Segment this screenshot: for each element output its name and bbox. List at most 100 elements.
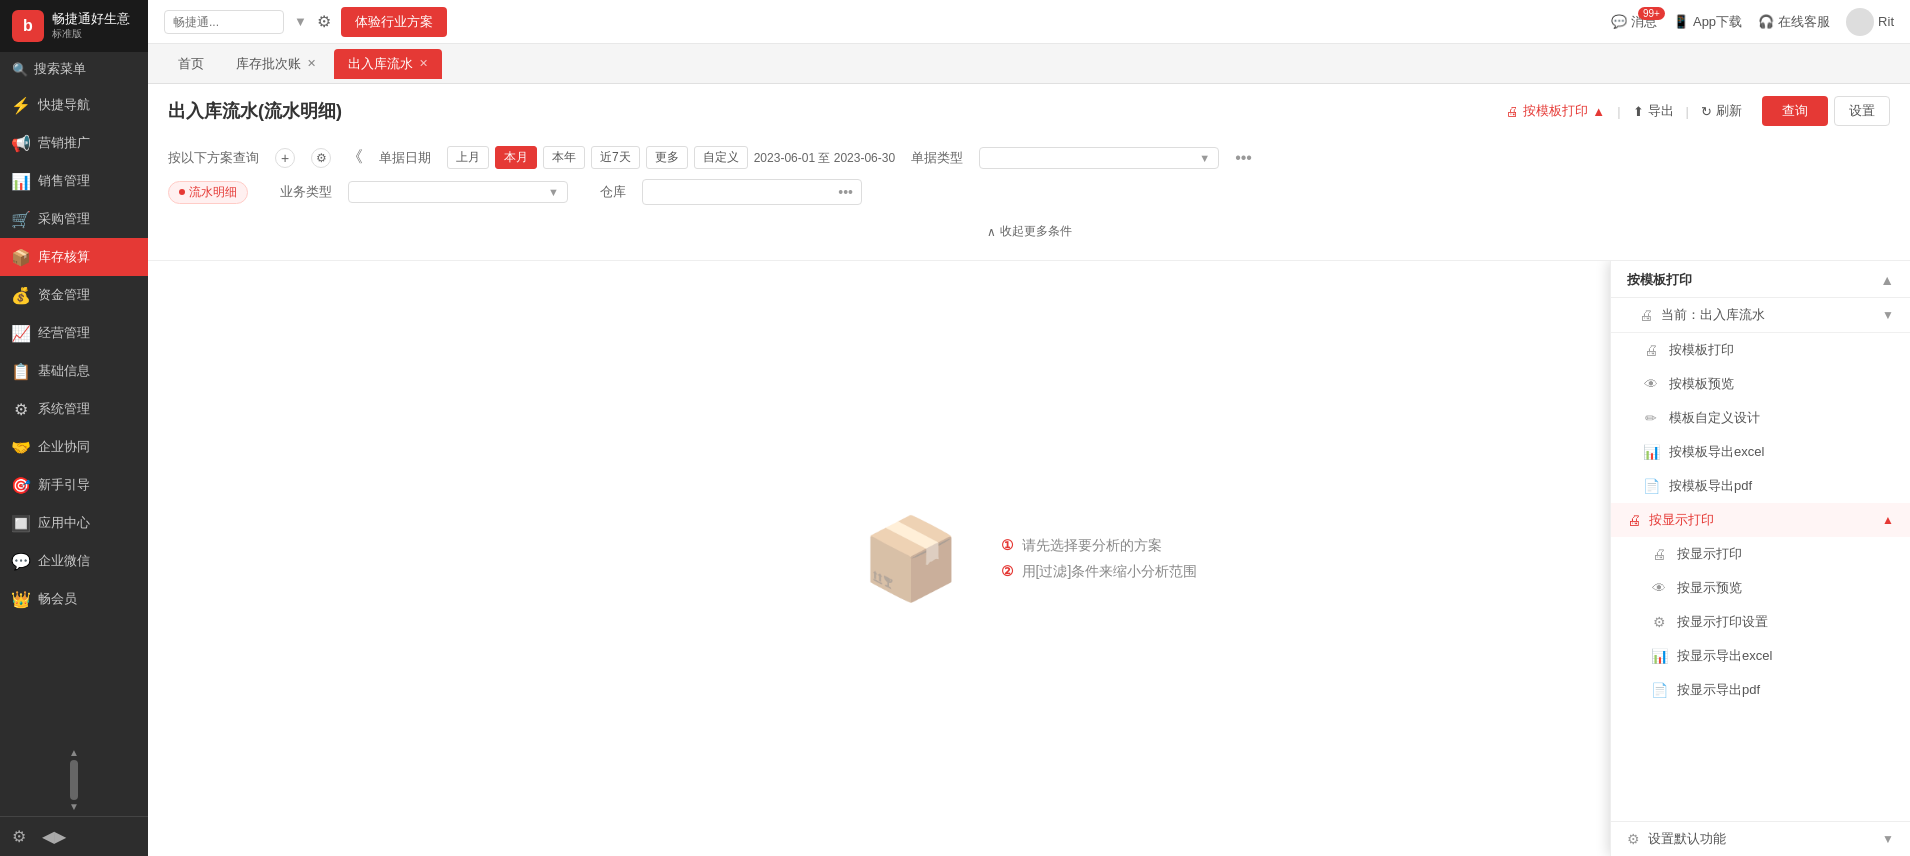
- industry-solution-button[interactable]: 体验行业方案: [341, 7, 447, 37]
- preview-icon: 👁: [1643, 376, 1659, 392]
- warehouse-more[interactable]: •••: [838, 184, 853, 200]
- sidebar-item-shortcut[interactable]: ⚡ 快捷导航: [0, 86, 148, 124]
- sidebar-item-finance[interactable]: 💰 资金管理: [0, 276, 148, 314]
- print-icon: 🖨: [1643, 342, 1659, 358]
- dropdown-footer[interactable]: ⚙ 设置默认功能 ▼: [1611, 821, 1910, 856]
- dropdown-current-item[interactable]: 🖨 当前：出入库流水 ▼: [1611, 298, 1910, 333]
- page-title: 出入库流水(流水明细): [168, 99, 342, 123]
- dropdown-item-template-excel[interactable]: 📊 按模板导出excel: [1611, 435, 1910, 469]
- dropdown-item-template-pdf[interactable]: 📄 按模板导出pdf: [1611, 469, 1910, 503]
- online-service-button[interactable]: 🎧 在线客服: [1758, 13, 1830, 31]
- dropdown-item-label: 按模板预览: [1669, 375, 1734, 393]
- sidebar-item-newbie[interactable]: 🎯 新手引导: [0, 466, 148, 504]
- sidebar-item-wechat[interactable]: 💬 企业微信: [0, 542, 148, 580]
- empty-state: 📦 ① 请先选择要分析的方案 ② 用[过滤]条件来缩小分析范围: [861, 512, 1198, 606]
- newbie-icon: 🎯: [12, 476, 30, 494]
- sidebar: b 畅捷通好生意 标准版 🔍 搜索菜单 ⚡ 快捷导航 📢 营销推广 📊 销售管理…: [0, 0, 148, 856]
- display-section-arrow: ▲: [1882, 513, 1894, 527]
- date-btn-more[interactable]: 更多: [646, 146, 688, 169]
- doc-type-more[interactable]: •••: [1235, 149, 1252, 167]
- date-btn-thisyear[interactable]: 本年: [543, 146, 585, 169]
- doc-type-label: 单据类型: [911, 149, 963, 167]
- dropdown-subitem-label: 按显示打印: [1677, 545, 1742, 563]
- scroll-up-arrow[interactable]: ▲: [69, 748, 79, 758]
- message-button[interactable]: 💬 消息 99+: [1611, 13, 1657, 31]
- filter-add-button[interactable]: +: [275, 148, 295, 168]
- sidebar-item-collab[interactable]: 🤝 企业协同: [0, 428, 148, 466]
- sidebar-item-member[interactable]: 👑 畅会员: [0, 580, 148, 618]
- app-download-label: App下载: [1693, 13, 1742, 31]
- doc-type-input[interactable]: ▼: [979, 147, 1219, 169]
- display-preview-icon: 👁: [1651, 580, 1667, 596]
- dropdown-item-label: 按模板导出excel: [1669, 443, 1764, 461]
- warehouse-input[interactable]: •••: [642, 179, 862, 205]
- app-logo-text: 畅捷通好生意 标准版: [52, 11, 130, 42]
- dropdown-item-template-print[interactable]: 🖨 按模板打印: [1611, 333, 1910, 367]
- dropdown-item-template-preview[interactable]: 👁 按模板预览: [1611, 367, 1910, 401]
- warehouse-label: 仓库: [600, 183, 626, 201]
- topbar-dropdown-arrow[interactable]: ▼: [294, 14, 307, 29]
- dropdown-item-label: 按模板打印: [1669, 341, 1734, 359]
- sidebar-bottom: ⚙ ◀▶: [0, 816, 148, 856]
- dropdown-subitem-label: 按显示导出excel: [1677, 647, 1772, 665]
- query-button[interactable]: 查询: [1762, 96, 1828, 126]
- sidebar-item-marketing[interactable]: 📢 营销推广: [0, 124, 148, 162]
- sidebar-item-purchase[interactable]: 🛒 采购管理: [0, 200, 148, 238]
- collapse-more-button[interactable]: ∧ 收起更多条件: [168, 215, 1890, 248]
- date-btn-7days[interactable]: 近7天: [591, 146, 640, 169]
- scroll-thumb[interactable]: [70, 760, 78, 800]
- sidebar-item-sales[interactable]: 📊 销售管理: [0, 162, 148, 200]
- basic-icon: 📋: [12, 362, 30, 380]
- dropdown-collapse-icon[interactable]: ▲: [1880, 272, 1894, 288]
- filter-settings-button[interactable]: ⚙: [311, 148, 331, 168]
- refresh-button[interactable]: ↻ 刷新: [1701, 102, 1742, 120]
- topbar-search-input[interactable]: [164, 10, 284, 34]
- date-btn-lastmonth[interactable]: 上月: [447, 146, 489, 169]
- tab-batch[interactable]: 库存批次账 ✕: [222, 49, 330, 79]
- tab-flow-close[interactable]: ✕: [419, 57, 428, 70]
- sidebar-item-label: 营销推广: [38, 134, 90, 152]
- date-btn-thismonth[interactable]: 本月: [495, 146, 537, 169]
- tab-home[interactable]: 首页: [164, 49, 218, 79]
- topbar-gear-icon[interactable]: ⚙: [317, 12, 331, 31]
- sidebar-item-system[interactable]: ⚙ 系统管理: [0, 390, 148, 428]
- sidebar-item-label: 应用中心: [38, 514, 90, 532]
- sidebar-item-label: 畅会员: [38, 590, 77, 608]
- dropdown-subitem-label: 按显示打印设置: [1677, 613, 1768, 631]
- dropdown-item-display-settings[interactable]: ⚙ 按显示打印设置: [1611, 605, 1910, 639]
- settings-button[interactable]: 设置: [1834, 96, 1890, 126]
- shortcut-icon: ⚡: [12, 96, 30, 114]
- sidebar-item-business[interactable]: 📈 经营管理: [0, 314, 148, 352]
- filter-collapse-button[interactable]: 《: [347, 147, 363, 168]
- sidebar-item-label: 新手引导: [38, 476, 90, 494]
- biz-type-label: 业务类型: [280, 183, 332, 201]
- hint-2: ② 用[过滤]条件来缩小分析范围: [1001, 563, 1198, 581]
- dropdown-item-display-pdf[interactable]: 📄 按显示导出pdf: [1611, 673, 1910, 707]
- footer-arrow: ▼: [1882, 832, 1894, 846]
- tab-batch-close[interactable]: ✕: [307, 57, 316, 70]
- dropdown-item-template-design[interactable]: ✏ 模板自定义设计: [1611, 401, 1910, 435]
- user-avatar-button[interactable]: Rit: [1846, 8, 1894, 36]
- search-menu-label: 搜索菜单: [34, 60, 86, 78]
- app-download-button[interactable]: 📱 App下载: [1673, 13, 1742, 31]
- dropdown-display-section-header[interactable]: 🖨 按显示打印 ▲: [1611, 503, 1910, 537]
- hint-num-1: ①: [1001, 537, 1014, 553]
- export-button[interactable]: ⬆ 导出: [1633, 102, 1674, 120]
- biz-type-input[interactable]: ▼: [348, 181, 568, 203]
- settings-icon[interactable]: ⚙: [12, 827, 26, 846]
- collapse-icon[interactable]: ◀▶: [42, 827, 66, 846]
- date-btn-custom[interactable]: 自定义: [694, 146, 748, 169]
- tab-flow[interactable]: 出入库流水 ✕: [334, 49, 442, 79]
- sidebar-item-basic[interactable]: 📋 基础信息: [0, 352, 148, 390]
- app-name: 畅捷通好生意: [52, 11, 130, 28]
- search-menu-item[interactable]: 🔍 搜索菜单: [0, 52, 148, 86]
- dropdown-item-display-print[interactable]: 🖨 按显示打印: [1611, 537, 1910, 571]
- printer-icon: 🖨: [1506, 104, 1519, 119]
- sidebar-item-appcenter[interactable]: 🔲 应用中心: [0, 504, 148, 542]
- main-content: ▼ ⚙ 体验行业方案 💬 消息 99+ 📱 App下载 🎧 在线客服 Rit: [148, 0, 1910, 856]
- dropdown-item-display-excel[interactable]: 📊 按显示导出excel: [1611, 639, 1910, 673]
- scroll-down-arrow[interactable]: ▼: [69, 802, 79, 812]
- sidebar-item-inventory[interactable]: 📦 库存核算: [0, 238, 148, 276]
- print-template-button[interactable]: 🖨 按模板打印 ▲: [1506, 102, 1605, 120]
- dropdown-item-display-preview[interactable]: 👁 按显示预览: [1611, 571, 1910, 605]
